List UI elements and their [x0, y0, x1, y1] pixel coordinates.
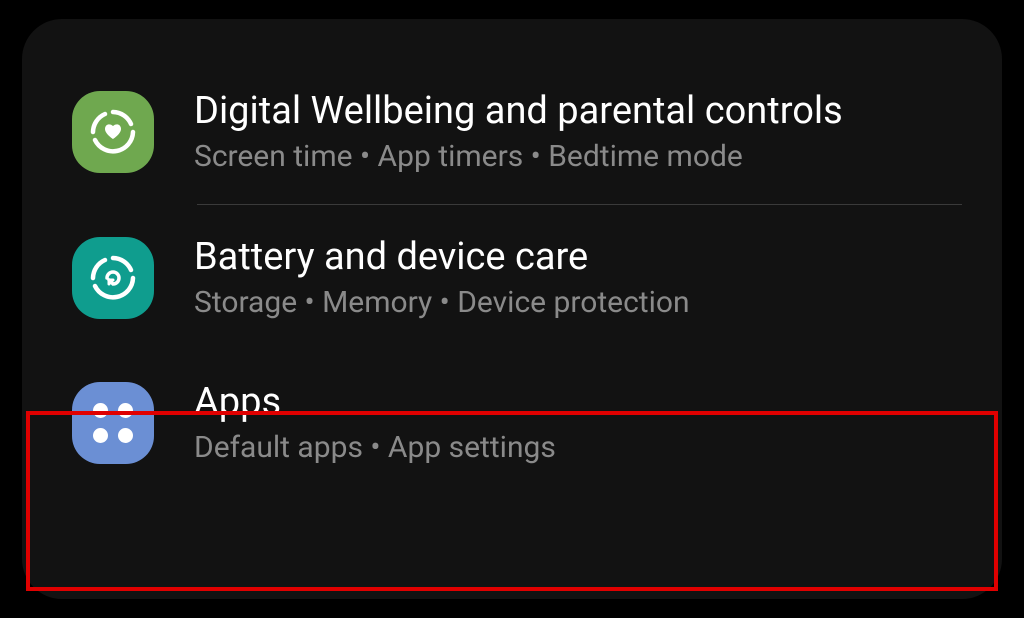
item-subtitle: Storage • Memory • Device protection [194, 285, 962, 320]
item-title: Apps [194, 380, 962, 424]
settings-panel: Digital Wellbeing and parental controls … [22, 19, 1002, 599]
apps-icon [72, 382, 154, 464]
item-title: Battery and device care [194, 235, 962, 279]
item-title: Digital Wellbeing and parental controls [194, 89, 962, 133]
settings-item-battery-care[interactable]: Battery and device care Storage • Memory… [22, 205, 1002, 350]
item-subtitle: Default apps • App settings [194, 430, 962, 465]
item-subtitle: Screen time • App timers • Bedtime mode [194, 139, 962, 174]
settings-item-digital-wellbeing[interactable]: Digital Wellbeing and parental controls … [22, 59, 1002, 204]
item-content: Apps Default apps • App settings [194, 380, 962, 465]
item-content: Battery and device care Storage • Memory… [194, 235, 962, 320]
device-care-icon [72, 237, 154, 319]
item-content: Digital Wellbeing and parental controls … [194, 89, 962, 174]
settings-item-apps[interactable]: Apps Default apps • App settings [22, 350, 1002, 495]
wellbeing-icon [72, 91, 154, 173]
